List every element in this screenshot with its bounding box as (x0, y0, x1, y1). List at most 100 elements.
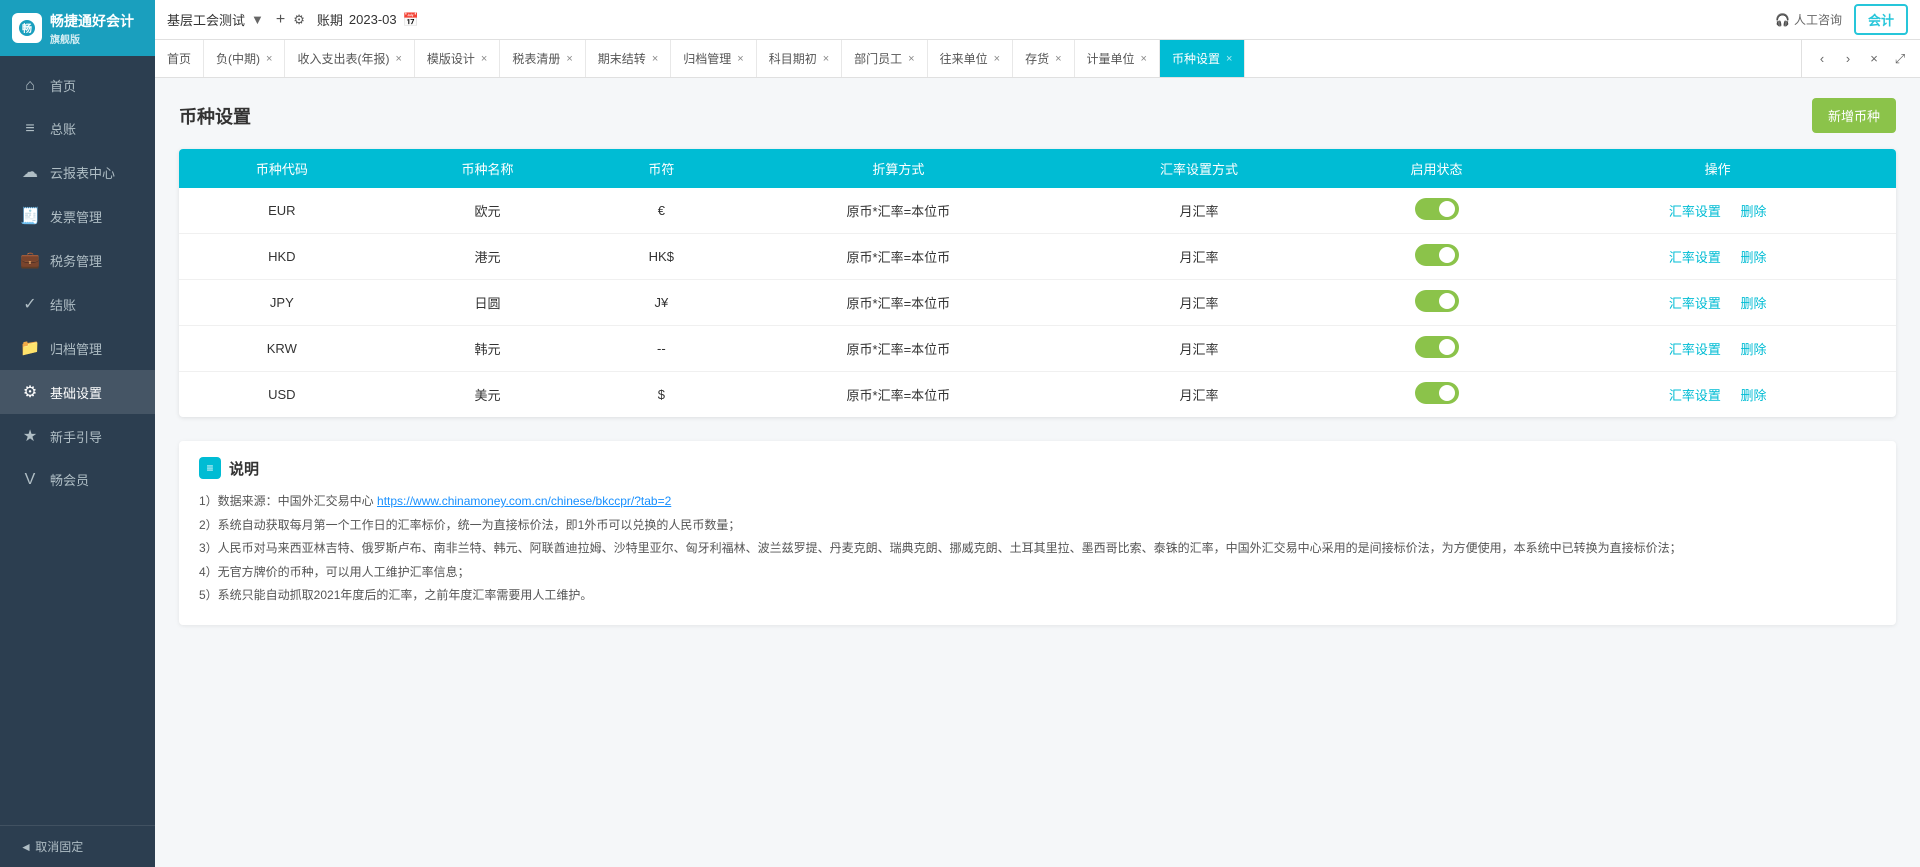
sidebar-item-archive[interactable]: 📁 归档管理 (0, 326, 155, 370)
tab-tax-close[interactable]: × (566, 53, 572, 65)
tab-subject[interactable]: 科目期初 × (757, 40, 842, 77)
table-header: 币种代码 币种名称 币符 折算方式 汇率设置方式 启用状态 操作 (179, 149, 1896, 188)
tab-balance[interactable]: 负(中期) × (204, 40, 285, 77)
toggle-0[interactable] (1415, 198, 1459, 220)
topbar-actions: + ⚙ (276, 11, 305, 29)
topbar-company: 基层工会测试 ▼ (167, 10, 264, 29)
table-row: USD 美元 $ 原币*汇率=本位币 月汇率 汇率设置 删除 (179, 372, 1896, 418)
tab-unit-close[interactable]: × (1141, 53, 1147, 65)
page-header: 币种设置 新增币种 (179, 98, 1896, 133)
sidebar-item-tax[interactable]: 💼 税务管理 (0, 238, 155, 282)
rate-setting-link-3[interactable]: 汇率设置 (1669, 342, 1721, 357)
ledger-icon: ≡ (20, 120, 40, 138)
delete-link-2[interactable]: 删除 (1741, 296, 1767, 311)
tab-dept[interactable]: 部门员工 × (842, 40, 927, 77)
tab-archive[interactable]: 归档管理 × (671, 40, 756, 77)
tab-period-end[interactable]: 期末结转 × (586, 40, 671, 77)
cell-code-3: KRW (179, 326, 385, 372)
tab-home[interactable]: 首页 (155, 40, 204, 77)
tab-close-all-button[interactable]: × (1862, 47, 1886, 71)
tab-inventory-close[interactable]: × (1055, 53, 1061, 65)
sidebar-footer-pin[interactable]: ◄ 取消固定 (0, 825, 155, 867)
col-symbol: 币符 (590, 149, 732, 188)
tab-income-report[interactable]: 收入支出表(年报) × (285, 40, 414, 77)
note-item-3: 4）无官方牌价的币种，可以用人工维护汇率信息； (199, 562, 1876, 584)
cell-symbol-0: € (590, 188, 732, 234)
table-row: EUR 欧元 € 原币*汇率=本位币 月汇率 汇率设置 删除 (179, 188, 1896, 234)
accounting-button[interactable]: 会计 (1854, 4, 1908, 35)
toggle-1[interactable] (1415, 244, 1459, 266)
sidebar-item-vip[interactable]: V 畅会员 (0, 458, 155, 501)
notes-icon: ≡ (199, 457, 221, 479)
table-row: JPY 日圆 J¥ 原币*汇率=本位币 月汇率 汇率设置 删除 (179, 280, 1896, 326)
delete-link-0[interactable]: 删除 (1741, 204, 1767, 219)
sidebar-item-cloud-report[interactable]: ☁ 云报表中心 (0, 150, 155, 194)
sidebar-item-ledger[interactable]: ≡ 总账 (0, 107, 155, 150)
tab-currency[interactable]: 币种设置 × (1160, 40, 1245, 77)
cell-status-0 (1334, 188, 1540, 234)
sidebar-label-archive: 归档管理 (50, 339, 102, 358)
tab-dept-close[interactable]: × (908, 53, 914, 65)
toggle-4[interactable] (1415, 382, 1459, 404)
notes-title-text: 说明 (229, 458, 259, 479)
tab-partner-close[interactable]: × (994, 53, 1000, 65)
tab-prev-button[interactable]: ‹ (1810, 47, 1834, 71)
tab-archive-close[interactable]: × (737, 53, 743, 65)
cell-conversion-2: 原币*汇率=本位币 (732, 280, 1064, 326)
dropdown-icon[interactable]: ▼ (251, 12, 264, 27)
tab-tax-clear[interactable]: 税表清册 × (500, 40, 585, 77)
tab-period-close[interactable]: × (652, 53, 658, 65)
tab-currency-close[interactable]: × (1226, 53, 1232, 65)
tax-icon: 💼 (20, 250, 40, 270)
delete-link-3[interactable]: 删除 (1741, 342, 1767, 357)
col-code: 币种代码 (179, 149, 385, 188)
tab-inventory[interactable]: 存货 × (1013, 40, 1074, 77)
toggle-2[interactable] (1415, 290, 1459, 312)
rate-setting-link-4[interactable]: 汇率设置 (1669, 388, 1721, 403)
calendar-icon[interactable]: 📅 (403, 12, 419, 28)
home-icon: ⌂ (20, 77, 40, 95)
toggle-thumb-1 (1439, 247, 1455, 263)
toggle-thumb-2 (1439, 293, 1455, 309)
cell-actions-4: 汇率设置 删除 (1539, 372, 1896, 418)
sidebar-footer-label: ◄ 取消固定 (20, 838, 83, 855)
tab-income-close[interactable]: × (395, 53, 401, 65)
tabbar: 首页 负(中期) × 收入支出表(年报) × 模版设计 × 税表清册 × 期末结… (155, 40, 1920, 78)
rate-setting-link-0[interactable]: 汇率设置 (1669, 204, 1721, 219)
tab-balance-close[interactable]: × (266, 53, 272, 65)
delete-link-4[interactable]: 删除 (1741, 388, 1767, 403)
headset-icon: 🎧 (1775, 13, 1790, 27)
tab-partner-label: 往来单位 (940, 50, 988, 67)
col-rate-type: 汇率设置方式 (1064, 149, 1333, 188)
tab-subject-close[interactable]: × (823, 53, 829, 65)
new-currency-button[interactable]: 新增币种 (1812, 98, 1896, 133)
rate-setting-link-1[interactable]: 汇率设置 (1669, 250, 1721, 265)
accounting-label: 会计 (1868, 13, 1894, 28)
table-row: KRW 韩元 -- 原币*汇率=本位币 月汇率 汇率设置 删除 (179, 326, 1896, 372)
tab-template[interactable]: 模版设计 × (415, 40, 500, 77)
sidebar-item-home[interactable]: ⌂ 首页 (0, 64, 155, 107)
toggle-3[interactable] (1415, 336, 1459, 358)
toggle-thumb-0 (1439, 201, 1455, 217)
tab-balance-label: 负(中期) (216, 50, 260, 67)
add-icon[interactable]: + (276, 11, 285, 29)
rate-setting-link-2[interactable]: 汇率设置 (1669, 296, 1721, 311)
toggle-thumb-4 (1439, 385, 1455, 401)
cell-status-3 (1334, 326, 1540, 372)
sidebar-item-invoice[interactable]: 🧾 发票管理 (0, 194, 155, 238)
consult-button[interactable]: 🎧 人工咨询 (1775, 11, 1842, 28)
delete-link-1[interactable]: 删除 (1741, 250, 1767, 265)
cell-conversion-1: 原币*汇率=本位币 (732, 234, 1064, 280)
note-item-0: 1）数据来源：中国外汇交易中心 https://www.chinamoney.c… (199, 491, 1876, 513)
tab-partner[interactable]: 往来单位 × (928, 40, 1013, 77)
tab-tax-label: 税表清册 (512, 50, 560, 67)
sidebar-item-basic-settings[interactable]: ⚙ 基础设置 (0, 370, 155, 414)
tab-unit[interactable]: 计量单位 × (1075, 40, 1160, 77)
tab-template-close[interactable]: × (481, 53, 487, 65)
sidebar-item-settle[interactable]: ✓ 结账 (0, 282, 155, 326)
tab-next-button[interactable]: › (1836, 47, 1860, 71)
sidebar-item-guide[interactable]: ★ 新手引导 (0, 414, 155, 458)
tab-expand-button[interactable]: ⤢ (1888, 47, 1912, 71)
notes-link[interactable]: https://www.chinamoney.com.cn/chinese/bk… (377, 494, 671, 508)
settings-gear-icon[interactable]: ⚙ (293, 12, 305, 28)
